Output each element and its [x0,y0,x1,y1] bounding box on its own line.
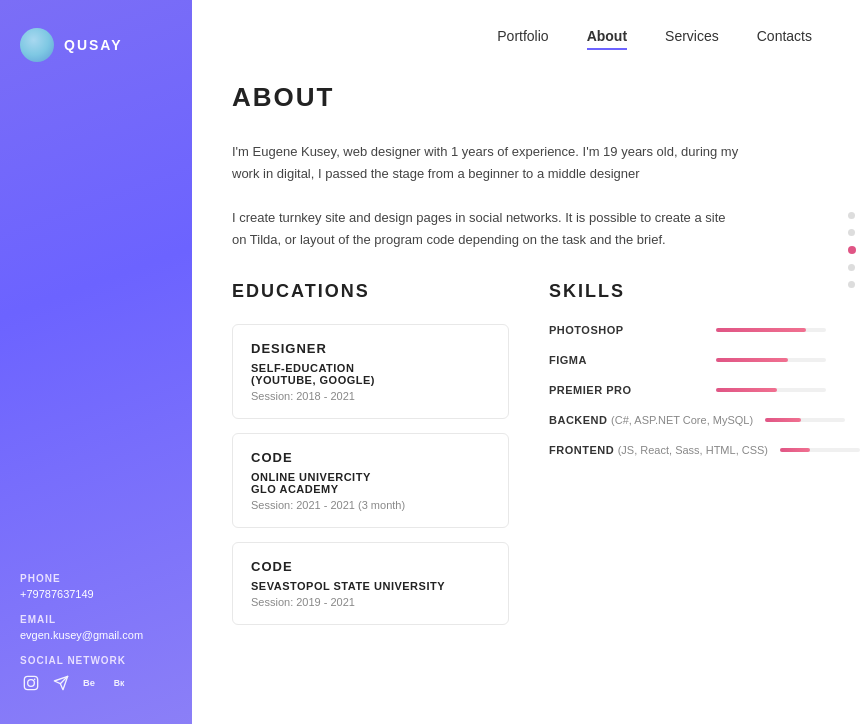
nav-portfolio[interactable]: Portfolio [483,22,562,50]
edu-type-3: CODE [251,559,490,574]
svg-point-2 [34,679,36,681]
nav-contacts[interactable]: Contacts [743,22,826,50]
main-area: Portfolio About Services Contacts ABOUT … [192,0,866,724]
svg-text:Вк: Вк [114,678,125,688]
dot-3[interactable] [848,246,856,254]
skill-bar-fill-backend [765,418,801,422]
edu-card-1: DESIGNER SELF-EDUCATION(Youtube, Google)… [232,324,509,419]
dot-5[interactable] [848,281,855,288]
skill-bar-track-photoshop [716,328,826,332]
bio-paragraph-2: I create turnkey site and design pages i… [232,207,742,251]
svg-point-1 [28,680,35,687]
social-icons: Be Вк [20,672,172,694]
skill-label-photoshop: PHOTOSHOP [549,324,704,336]
edu-school-3: SEVASTOPOL STATE UNIVERSITY [251,580,490,592]
logo-text: QUSAY [64,37,123,53]
social-label: SOCIAL NETWORK [20,655,172,666]
edu-session-1: Session: 2018 - 2021 [251,390,490,402]
sidebar: QUSAY PHONE +79787637149 EMAIL evgen.kus… [0,0,192,724]
education-section: EDUCATIONS DESIGNER SELF-EDUCATION(Youtu… [232,281,509,639]
navigation: Portfolio About Services Contacts [192,0,866,72]
vk-icon[interactable]: Вк [110,672,132,694]
skill-bar-fill-figma [716,358,788,362]
skill-bar-track-figma [716,358,826,362]
telegram-icon[interactable] [50,672,72,694]
email-label: EMAIL [20,614,172,625]
skill-bar-track-frontend [780,448,860,452]
sidebar-contact: PHONE +79787637149 EMAIL evgen.kusey@gma… [0,573,192,724]
content: ABOUT I'm Eugene Kusey, web designer wit… [192,72,866,669]
dot-4[interactable] [848,264,855,271]
svg-text:Be: Be [83,678,95,688]
skill-bar-fill-frontend [780,448,810,452]
skill-label-frontend: FRONTEND (JS, React, Sass, HTML, CSS) [549,444,768,456]
skill-premier: PREMIER PRO [549,384,826,396]
nav-about[interactable]: About [573,22,641,50]
edu-type-2: CODE [251,450,490,465]
skill-backend: BACKEND (C#, ASP.NET Core, MySQL) [549,414,826,426]
skill-bar-track-backend [765,418,845,422]
sections-row: EDUCATIONS DESIGNER SELF-EDUCATION(Youtu… [232,281,826,639]
skill-label-backend: BACKEND (C#, ASP.NET Core, MySQL) [549,414,753,426]
skill-figma: FIGMA [549,354,826,366]
skill-bar-fill-premier [716,388,777,392]
bio-paragraph-1: I'm Eugene Kusey, web designer with 1 ye… [232,141,742,185]
skills-title: SKILLS [549,281,826,302]
edu-card-3: CODE SEVASTOPOL STATE UNIVERSITY Session… [232,542,509,625]
dot-2[interactable] [848,229,855,236]
email-value: evgen.kusey@gmail.com [20,629,172,641]
page-title: ABOUT [232,82,826,113]
skill-bar-fill-photoshop [716,328,806,332]
svg-rect-0 [24,676,37,689]
edu-session-3: Session: 2019 - 2021 [251,596,490,608]
skill-label-figma: FIGMA [549,354,704,366]
skill-photoshop: PHOTOSHOP [549,324,826,336]
skills-section: SKILLS PHOTOSHOP FIGMA PREMIER PRO [549,281,826,474]
edu-session-2: Session: 2021 - 2021 (3 month) [251,499,490,511]
skill-label-premier: PREMIER PRO [549,384,704,396]
skill-frontend: FRONTEND (JS, React, Sass, HTML, CSS) [549,444,826,456]
edu-card-2: CODE ONLINE UNIVERCITYGLO ACADEMY Sessio… [232,433,509,528]
dot-1[interactable] [848,212,855,219]
logo-area: QUSAY [0,0,143,82]
edu-school-1: SELF-EDUCATION(Youtube, Google) [251,362,490,386]
phone-label: PHONE [20,573,172,584]
nav-services[interactable]: Services [651,22,733,50]
edu-school-2: ONLINE UNIVERCITYGLO ACADEMY [251,471,490,495]
educations-title: EDUCATIONS [232,281,509,302]
skill-bar-track-premier [716,388,826,392]
instagram-icon[interactable] [20,672,42,694]
phone-value: +79787637149 [20,588,172,600]
edu-type-1: DESIGNER [251,341,490,356]
page-dots [848,212,856,288]
behance-icon[interactable]: Be [80,672,102,694]
logo-icon [20,28,54,62]
